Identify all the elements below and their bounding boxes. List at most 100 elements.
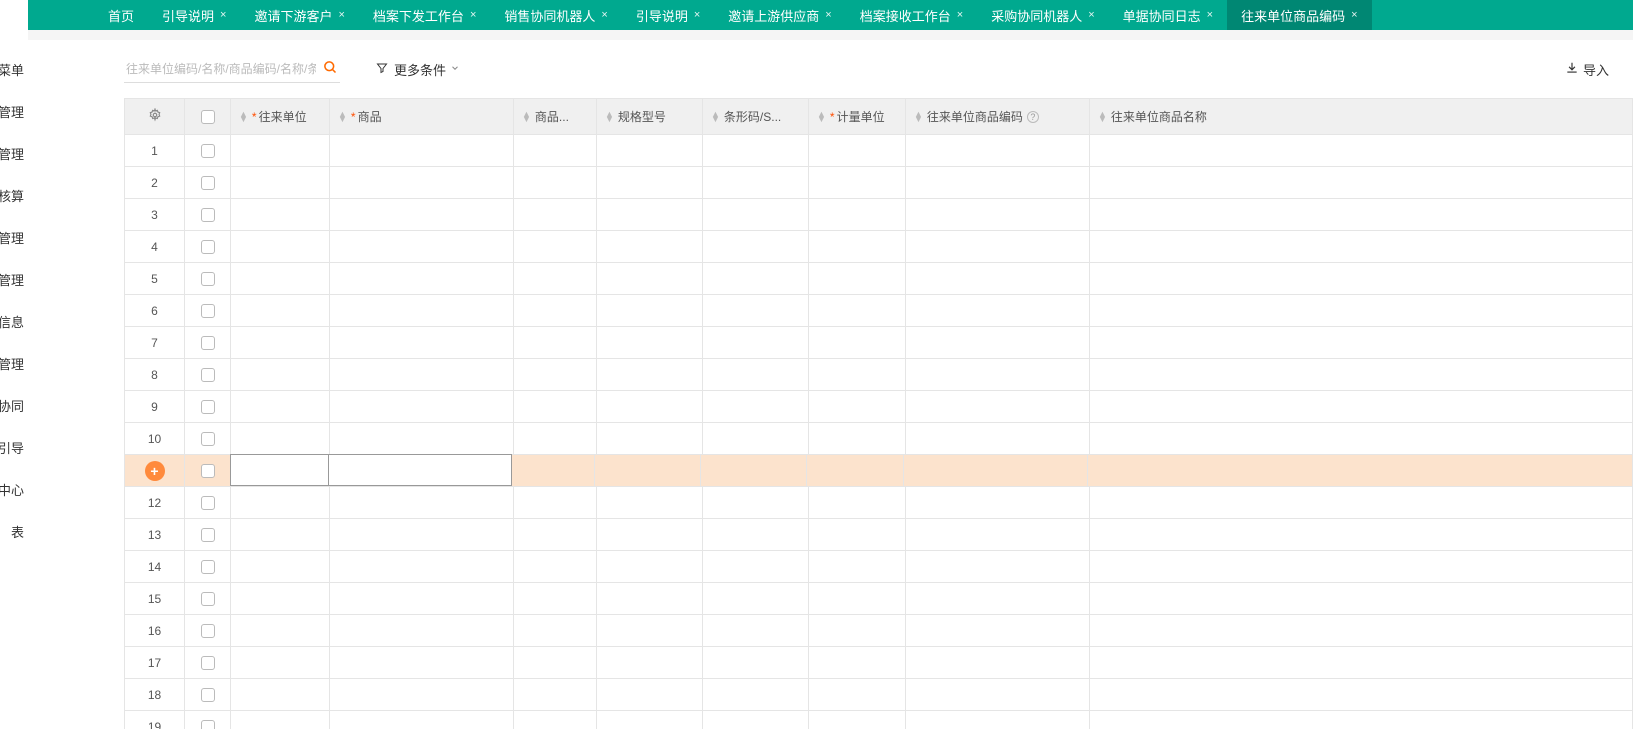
cell-d[interactable] <box>597 615 703 646</box>
cell-g[interactable] <box>906 615 1090 646</box>
cell-f[interactable] <box>807 455 904 486</box>
cell-h[interactable] <box>1090 263 1633 294</box>
cell-c[interactable] <box>514 135 597 166</box>
table-row[interactable]: 12 <box>125 487 1633 519</box>
cell-a[interactable] <box>231 199 330 230</box>
cell-g[interactable] <box>906 711 1090 729</box>
table-row[interactable]: + <box>125 455 1633 487</box>
cell-b[interactable] <box>330 487 514 518</box>
cell-d[interactable] <box>597 551 703 582</box>
cell-a[interactable] <box>231 295 330 326</box>
cell-c[interactable] <box>514 391 597 422</box>
cell-a[interactable] <box>231 519 330 550</box>
close-icon[interactable]: × <box>825 9 831 21</box>
cell-a[interactable] <box>231 487 330 518</box>
cell-d[interactable] <box>597 711 703 729</box>
column-settings[interactable] <box>125 99 185 134</box>
column-header-spec[interactable]: ▲▼ 规格型号 <box>597 99 703 134</box>
sidebar-item[interactable]: 管理 <box>0 258 28 300</box>
cell-b[interactable] <box>330 583 514 614</box>
tab-邀请上游供应商[interactable]: 邀请上游供应商× <box>714 0 845 30</box>
cell-input[interactable] <box>237 463 322 477</box>
cell-b[interactable] <box>330 519 514 550</box>
row-checkbox[interactable] <box>201 496 215 510</box>
tab-引导说明[interactable]: 引导说明× <box>148 0 240 30</box>
column-checkbox-all[interactable] <box>185 99 231 134</box>
cell-e[interactable] <box>701 455 807 486</box>
cell-b[interactable] <box>330 423 514 454</box>
table-row[interactable]: 5 <box>125 263 1633 295</box>
tab-邀请下游客户[interactable]: 邀请下游客户× <box>240 0 358 30</box>
cell-d[interactable] <box>595 455 701 486</box>
cell-a[interactable] <box>231 135 330 166</box>
cell-e[interactable] <box>703 199 809 230</box>
tab-档案下发工作台[interactable]: 档案下发工作台× <box>359 0 490 30</box>
cell-d[interactable] <box>597 199 703 230</box>
sidebar-item[interactable]: 管理 <box>0 90 28 132</box>
cell-g[interactable] <box>906 359 1090 390</box>
cell-f[interactable] <box>809 615 906 646</box>
cell-f[interactable] <box>809 711 906 729</box>
cell-c[interactable] <box>514 231 597 262</box>
cell-b[interactable] <box>330 135 514 166</box>
row-checkbox[interactable] <box>201 144 215 158</box>
cell-b[interactable] <box>330 327 514 358</box>
cell-e[interactable] <box>703 615 809 646</box>
cell-d[interactable] <box>597 423 703 454</box>
cell-b[interactable] <box>330 391 514 422</box>
cell-c[interactable] <box>514 327 597 358</box>
cell-e[interactable] <box>703 263 809 294</box>
cell-d[interactable] <box>597 167 703 198</box>
cell-g[interactable] <box>906 327 1090 358</box>
cell-g[interactable] <box>906 295 1090 326</box>
cell-f[interactable] <box>809 551 906 582</box>
cell-a[interactable] <box>231 359 330 390</box>
cell-c[interactable] <box>514 167 597 198</box>
row-checkbox[interactable] <box>201 304 215 318</box>
cell-e[interactable] <box>703 519 809 550</box>
tab-销售协同机器人[interactable]: 销售协同机器人× <box>490 0 621 30</box>
cell-d[interactable] <box>597 263 703 294</box>
tab-引导说明[interactable]: 引导说明× <box>622 0 714 30</box>
table-row[interactable]: 15 <box>125 583 1633 615</box>
search-icon[interactable] <box>323 60 338 79</box>
column-header-partner-code[interactable]: ▲▼ 往来单位商品编码 ? <box>906 99 1090 134</box>
tab-单据协同日志[interactable]: 单据协同日志× <box>1109 0 1227 30</box>
cell-d[interactable] <box>597 583 703 614</box>
cell-f[interactable] <box>809 359 906 390</box>
row-checkbox[interactable] <box>201 464 215 478</box>
cell-a[interactable] <box>231 391 330 422</box>
cell-e[interactable] <box>703 231 809 262</box>
cell-e[interactable] <box>703 647 809 678</box>
table-row[interactable]: 3 <box>125 199 1633 231</box>
cell-d[interactable] <box>597 135 703 166</box>
cell-d[interactable] <box>597 391 703 422</box>
cell-h[interactable] <box>1090 519 1633 550</box>
cell-b[interactable] <box>330 263 514 294</box>
cell-f[interactable] <box>809 487 906 518</box>
cell-a[interactable] <box>231 583 330 614</box>
table-row[interactable]: 9 <box>125 391 1633 423</box>
table-row[interactable]: 17 <box>125 647 1633 679</box>
cell-c[interactable] <box>514 423 597 454</box>
cell-b[interactable] <box>330 231 514 262</box>
cell-a[interactable] <box>231 711 330 729</box>
cell-e[interactable] <box>703 135 809 166</box>
cell-d[interactable] <box>597 679 703 710</box>
cell-d[interactable] <box>597 295 703 326</box>
close-icon[interactable]: × <box>220 9 226 21</box>
cell-e[interactable] <box>703 551 809 582</box>
row-checkbox[interactable] <box>201 720 215 729</box>
add-row-button[interactable]: + <box>145 461 165 481</box>
cell-g[interactable] <box>906 135 1090 166</box>
cell-a[interactable] <box>230 454 329 486</box>
cell-h[interactable] <box>1090 615 1633 646</box>
cell-c[interactable] <box>514 711 597 729</box>
cell-a[interactable] <box>231 327 330 358</box>
help-icon[interactable]: ? <box>1027 111 1039 123</box>
cell-c[interactable] <box>514 583 597 614</box>
close-icon[interactable]: × <box>1088 9 1094 21</box>
table-row[interactable]: 19 <box>125 711 1633 729</box>
cell-b[interactable] <box>330 295 514 326</box>
cell-b[interactable] <box>330 199 514 230</box>
